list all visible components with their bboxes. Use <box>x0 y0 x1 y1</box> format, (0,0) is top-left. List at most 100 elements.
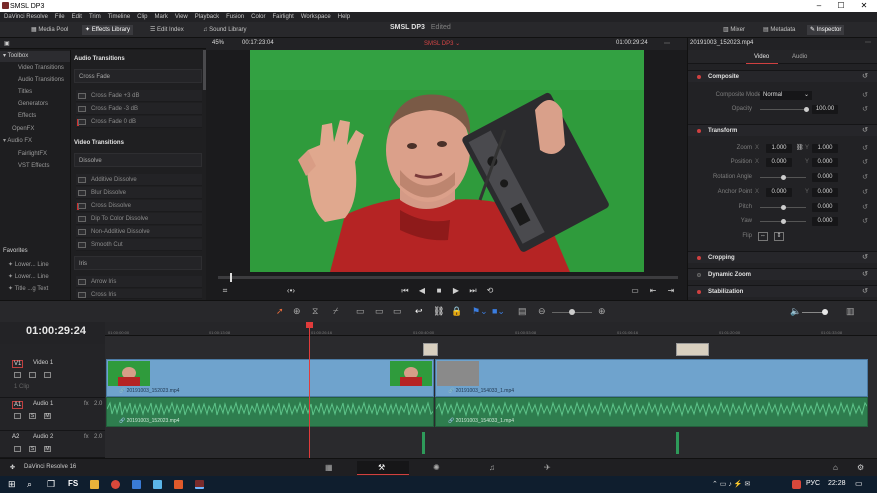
chrome-icon[interactable] <box>111 480 120 489</box>
play-icon[interactable]: ▶ <box>451 286 461 296</box>
metadata-button[interactable]: ▤ Metadata <box>760 25 798 35</box>
lock-icon[interactable] <box>14 446 21 452</box>
track-id[interactable]: A2 <box>12 434 19 440</box>
scrub-playhead[interactable] <box>230 273 232 282</box>
sidebar-item-audiofx[interactable]: ▾ Audio FX <box>0 136 70 147</box>
marker-icon[interactable]: ■⌄ <box>492 306 505 317</box>
home-icon[interactable]: ⌂ <box>833 463 838 472</box>
skip-end-icon[interactable]: ⏭ <box>468 286 478 296</box>
menu-view[interactable]: View <box>175 14 188 20</box>
video-clip[interactable]: 🔗 20191003_152023.mp4 <box>106 359 434 397</box>
meters-icon[interactable]: ▥ <box>846 306 855 317</box>
tab-video[interactable]: Video <box>754 54 769 60</box>
opacity-value[interactable]: 100.00 <box>812 105 838 114</box>
edit-index-button[interactable]: ☰ Edit Index <box>147 25 187 35</box>
reverse-play-icon[interactable]: ◀ <box>417 286 427 296</box>
zoom-x[interactable]: 1.000 <box>766 144 792 153</box>
tab-audio[interactable]: Audio <box>792 54 807 60</box>
effect-item[interactable]: Cross Dissolve <box>76 200 202 212</box>
flip-horizontal-icon[interactable]: ⇔ <box>758 232 768 241</box>
sidebar-item-effects[interactable]: Effects <box>0 111 70 122</box>
transition-thumbnail[interactable] <box>676 343 709 356</box>
dynamic-trim-icon[interactable]: ⧖ <box>312 306 318 317</box>
app-icon[interactable] <box>132 480 141 489</box>
resolve-taskbar-icon[interactable] <box>195 480 204 489</box>
pitch-slider[interactable] <box>781 205 786 210</box>
timeline-name[interactable]: SMSL DP3 ⌄ <box>424 40 460 47</box>
effect-item[interactable]: Arrow Iris <box>76 276 202 288</box>
sidebar-item-fairlightfx[interactable]: FairlightFX <box>0 149 70 160</box>
stabilization-section[interactable]: Stabilization ↺ <box>688 285 877 297</box>
position-y[interactable]: 0.000 <box>812 158 838 167</box>
snapping-icon[interactable]: ↩ <box>415 306 423 317</box>
app-icon[interactable] <box>174 480 183 489</box>
sidebar-item-titles[interactable]: Titles <box>0 87 70 98</box>
effects-library-button[interactable]: ✦ Effects Library <box>82 25 133 35</box>
notifications-icon[interactable]: ▭ <box>855 479 863 488</box>
sidebar-item-toolbox[interactable]: ▾ Toolbox <box>0 51 70 62</box>
composite-section[interactable]: Composite ↺ <box>688 70 877 82</box>
sidebar-item-openfx[interactable]: OpenFX <box>0 124 70 135</box>
cropping-section[interactable]: Cropping ↺ <box>688 251 877 263</box>
effect-item[interactable]: Cross Fade 0 dB <box>76 116 202 128</box>
panel-toggle-icon[interactable]: ▣ <box>4 40 10 47</box>
anchor-y[interactable]: 0.000 <box>812 188 838 197</box>
zoom-level[interactable]: 45% <box>212 40 224 46</box>
sidebar-item-video-transitions[interactable]: Video Transitions <box>0 63 70 74</box>
linked-selection-icon[interactable]: ⛓ <box>433 306 444 317</box>
menu-fusion[interactable]: Fusion <box>226 14 244 20</box>
explorer-icon[interactable] <box>90 480 99 489</box>
stop-icon[interactable]: ■ <box>434 286 444 296</box>
menu-mark[interactable]: Mark <box>155 14 168 20</box>
menu-fairlight[interactable]: Fairlight <box>272 14 293 20</box>
fx-icon[interactable]: fx <box>84 401 89 407</box>
maximize-icon[interactable]: ☐ <box>830 0 852 12</box>
rotation-slider[interactable] <box>781 175 786 180</box>
loop-icon[interactable]: ⟲ <box>485 286 495 296</box>
volume-icon[interactable]: 🔈 <box>790 306 801 317</box>
transform-section[interactable]: Transform ↺ <box>688 124 877 136</box>
replace-clip-icon[interactable]: ▭ <box>393 306 402 317</box>
menu-workspace[interactable]: Workspace <box>301 14 331 20</box>
menu-clip[interactable]: Clip <box>137 14 147 20</box>
skip-start-icon[interactable]: ⏮ <box>400 286 410 296</box>
effect-item[interactable]: Dip To Color Dissolve <box>76 213 202 225</box>
zoom-y[interactable]: 1.000 <box>812 144 838 153</box>
inspector-button[interactable]: ✎ Inspector <box>807 25 845 35</box>
viewer-scrubber[interactable] <box>218 273 678 282</box>
trim-tool-icon[interactable]: ⊕ <box>293 306 301 317</box>
jog-icon[interactable]: ‹•› <box>286 286 296 296</box>
mark-out-icon[interactable]: ⇥ <box>666 286 676 296</box>
menu-trim[interactable]: Trim <box>89 14 101 20</box>
pitch-value[interactable]: 0.000 <box>812 203 838 212</box>
solo-icon[interactable]: S <box>29 446 36 452</box>
transition-thumbnail[interactable] <box>423 343 438 356</box>
effect-item[interactable]: Cross Iris <box>76 289 202 299</box>
fairlight-page-icon[interactable]: ♫ <box>489 463 495 472</box>
menu-playback[interactable]: Playback <box>195 14 219 20</box>
position-lock-icon[interactable]: 🔒 <box>451 306 462 317</box>
track-id[interactable]: A1 <box>12 401 24 409</box>
flip-vertical-icon[interactable]: ⇕ <box>774 232 784 241</box>
dynamic-zoom-section[interactable]: Dynamic Zoom ↺ <box>688 268 877 280</box>
track-name[interactable]: Video 1 <box>33 360 53 366</box>
timeline-zoom-slider[interactable] <box>569 309 575 315</box>
audio-clip[interactable]: 🔗 20191003_152023.mp4 <box>106 397 434 427</box>
detail-zoom-icon[interactable]: ▤ <box>518 306 527 317</box>
deliver-page-icon[interactable]: ✈ <box>544 463 551 472</box>
track-name[interactable]: Audio 1 <box>33 401 53 407</box>
anchor-x[interactable]: 0.000 <box>766 188 792 197</box>
video-clip[interactable]: 🔗 20191003_154033_1.mp4 <box>435 359 868 397</box>
position-x[interactable]: 0.000 <box>766 158 792 167</box>
effect-item[interactable]: Non-Additive Dissolve <box>76 226 202 238</box>
track-name[interactable]: Audio 2 <box>33 434 53 440</box>
opacity-slider[interactable] <box>804 107 809 112</box>
sound-library-button[interactable]: ♫ Sound Library <box>200 25 250 35</box>
mute-icon[interactable]: M <box>44 413 51 419</box>
insert-clip-icon[interactable]: ▭ <box>356 306 365 317</box>
sidebar-item-audio-transitions[interactable]: Audio Transitions <box>0 75 70 86</box>
audio-clip-small[interactable] <box>676 432 679 454</box>
audio-clip[interactable]: 🔗 20191003_154033_1.mp4 <box>435 397 868 427</box>
composite-mode-select[interactable]: Normal ⌄ <box>760 91 812 100</box>
close-icon[interactable]: ✕ <box>853 0 875 12</box>
